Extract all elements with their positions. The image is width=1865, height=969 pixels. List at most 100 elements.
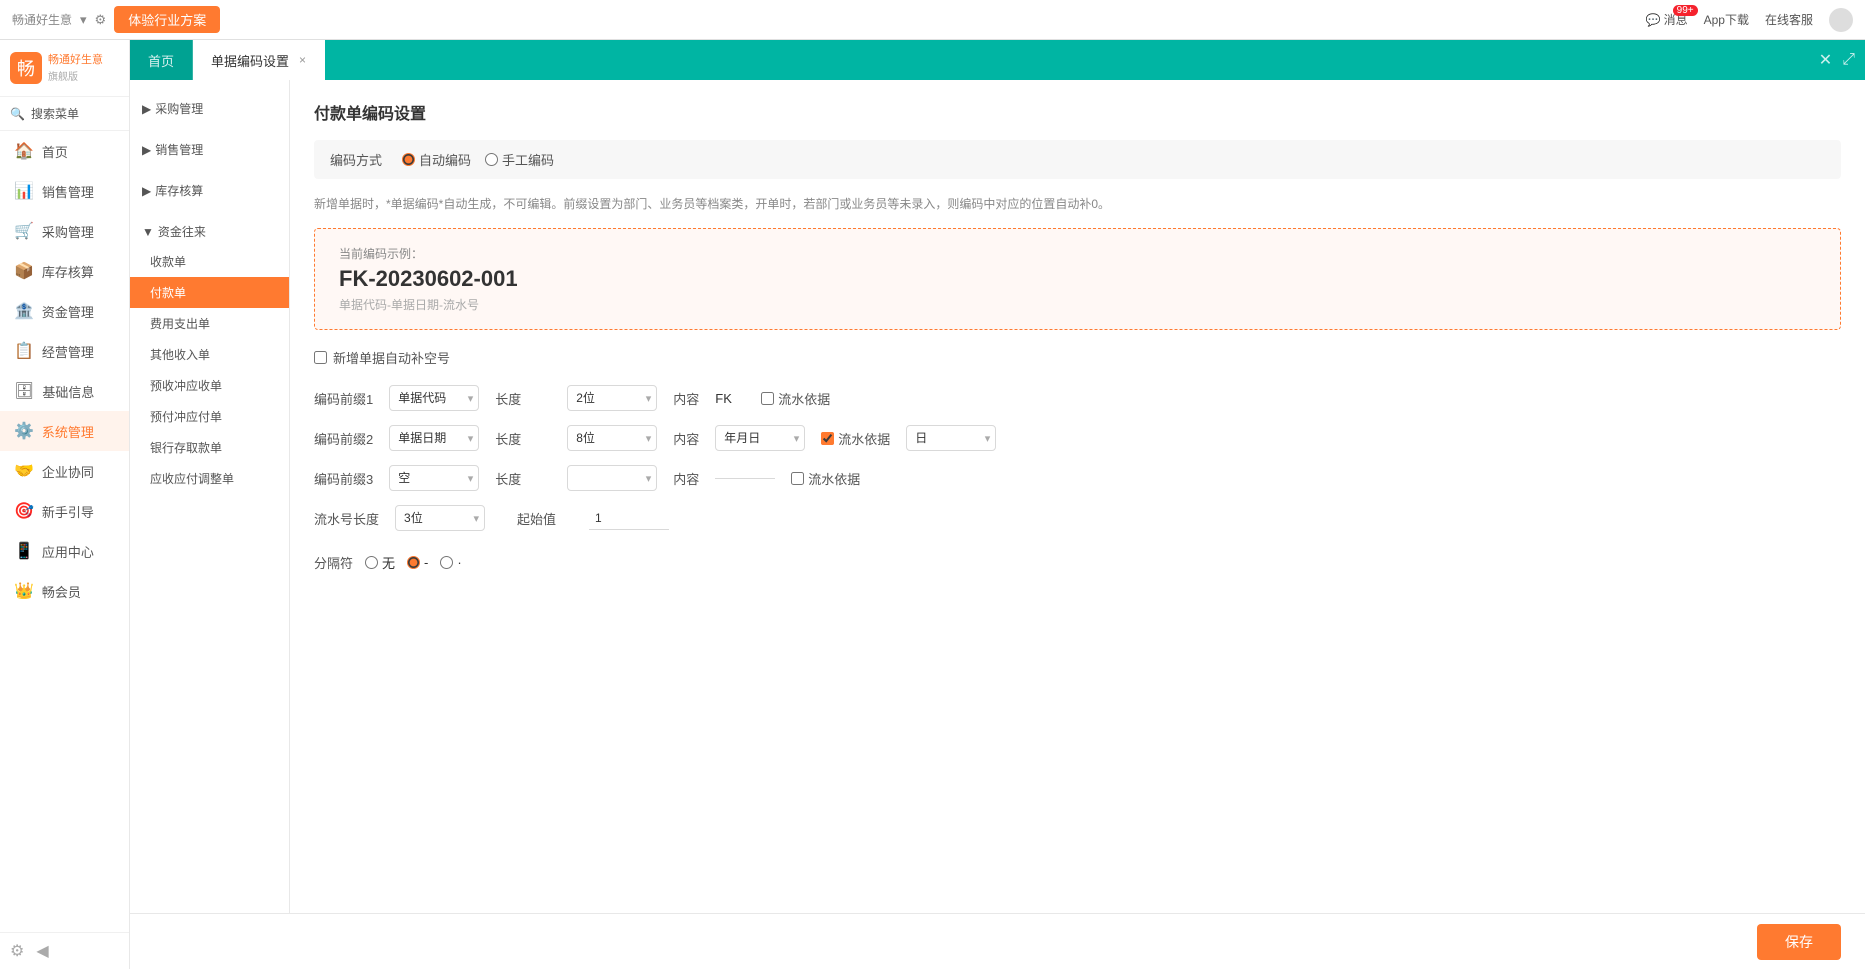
- sidebar-item-base[interactable]: 🗄 基础信息: [0, 371, 129, 411]
- manual-encode-radio[interactable]: [485, 153, 498, 166]
- guide-icon: 🎯: [14, 501, 34, 521]
- sidebar-item-inventory[interactable]: 📦 库存核算: [0, 251, 129, 291]
- sub-item-adjust[interactable]: 应收应付调整单: [130, 463, 289, 494]
- sub-group-capital-header[interactable]: ▼ 资金往来: [130, 217, 289, 246]
- prefix1-content-value: FK: [715, 391, 745, 406]
- auto-fill-checkbox[interactable]: [314, 351, 327, 364]
- prefix2-serial-checkbox-wrap[interactable]: 流水依据: [821, 429, 890, 448]
- sidebar-item-app[interactable]: 📱 应用中心: [0, 531, 129, 571]
- prefix2-content-label: 内容: [673, 429, 699, 448]
- sub-group-sales: ▶ 销售管理: [130, 129, 289, 170]
- prefix3-select[interactable]: 空: [389, 465, 479, 491]
- sidebar-item-sales[interactable]: 📊 销售管理: [0, 171, 129, 211]
- prefix3-length-wrap[interactable]: [567, 465, 657, 491]
- prefix1-select[interactable]: 单据代码: [389, 385, 479, 411]
- prefix2-content-wrap[interactable]: 年月日: [715, 425, 805, 451]
- sidebar-item-finance[interactable]: 🏦 资金管理: [0, 291, 129, 331]
- manual-encode-option[interactable]: 手工编码: [485, 150, 554, 169]
- sub-item-expense[interactable]: 费用支出单: [130, 308, 289, 339]
- avatar[interactable]: [1829, 8, 1853, 32]
- encode-method-row: 编码方式 自动编码 手工编码: [314, 140, 1841, 179]
- serial-length-select[interactable]: 3位: [395, 505, 485, 531]
- start-value-input[interactable]: [589, 507, 669, 530]
- sub-group-purchase-header[interactable]: ▶ 采购管理: [130, 94, 289, 123]
- sub-group-sales-header[interactable]: ▶ 销售管理: [130, 135, 289, 164]
- sidebar-item-purchase[interactable]: 🛒 采购管理: [0, 211, 129, 251]
- sidebar-item-system[interactable]: ⚙️ 系统管理: [0, 411, 129, 451]
- prefix3-serial-checkbox[interactable]: [791, 472, 804, 485]
- save-button[interactable]: 保存: [1757, 924, 1841, 960]
- sidebar-item-label: 企业协同: [42, 462, 94, 481]
- sep-none-option[interactable]: 无: [365, 553, 395, 572]
- sub-group-inventory-header[interactable]: ▶ 库存核算: [130, 176, 289, 205]
- prefix1-serial-checkbox[interactable]: [761, 392, 774, 405]
- sidebar-bottom: ⚙ ◀: [0, 932, 129, 969]
- sidebar-item-label: 采购管理: [42, 222, 94, 241]
- message-badge[interactable]: 💬 消息 99+: [1646, 11, 1688, 28]
- sidebar-item-member[interactable]: 👑 畅会员: [0, 571, 129, 611]
- prefix3-label: 编码前缀3: [314, 469, 373, 488]
- sub-group-capital: ▼ 资金往来 收款单 付款单 费用支出单 其他收入单 预收冲应收单 预付冲应付单…: [130, 211, 289, 500]
- sub-item-payment[interactable]: 付款单: [130, 277, 289, 308]
- sidebar-item-label: 畅会员: [42, 582, 81, 601]
- sep-dash-option[interactable]: -: [407, 555, 428, 570]
- prefix3-serial-checkbox-wrap[interactable]: 流水依据: [791, 469, 860, 488]
- prefix2-serial-unit-wrap[interactable]: 日: [906, 425, 996, 451]
- prefix2-serial-unit-select[interactable]: 日: [906, 425, 996, 451]
- sep-dash-label: -: [424, 555, 428, 570]
- auto-encode-option[interactable]: 自动编码: [402, 150, 471, 169]
- sub-item-receipt[interactable]: 收款单: [130, 246, 289, 277]
- sub-item-income[interactable]: 其他收入单: [130, 339, 289, 370]
- sidebar-item-guide[interactable]: 🎯 新手引导: [0, 491, 129, 531]
- prefix1-length-select[interactable]: 2位: [567, 385, 657, 411]
- sidebar-item-partner[interactable]: 🤝 企业协同: [0, 451, 129, 491]
- home-icon: 🏠: [14, 141, 34, 161]
- sep-dot-option[interactable]: ·: [440, 555, 461, 570]
- tab-home[interactable]: 首页: [130, 40, 193, 80]
- prefix1-serial-checkbox-wrap[interactable]: 流水依据: [761, 389, 830, 408]
- sep-none-radio[interactable]: [365, 556, 378, 569]
- prefix1-select-wrap[interactable]: 单据代码: [389, 385, 479, 411]
- sub-item-prepay-pay[interactable]: 预付冲应付单: [130, 401, 289, 432]
- search-menu[interactable]: 🔍 搜索菜单: [0, 97, 129, 131]
- logo-icon: 畅: [10, 52, 42, 84]
- sep-dot-radio[interactable]: [440, 556, 453, 569]
- prefix3-length-select[interactable]: [567, 465, 657, 491]
- app-download-link[interactable]: App下载: [1704, 11, 1749, 28]
- chevron-down-icon: ▾: [80, 12, 87, 28]
- prefix2-select-wrap[interactable]: 单据日期: [389, 425, 479, 451]
- prefix2-serial-checkbox[interactable]: [821, 432, 834, 445]
- prefix2-length-select[interactable]: 8位: [567, 425, 657, 451]
- tab-close-icon[interactable]: ×: [299, 53, 306, 67]
- prefix2-content-select[interactable]: 年月日: [715, 425, 805, 451]
- sidebar-item-operations[interactable]: 📋 经营管理: [0, 331, 129, 371]
- prefix2-row: 编码前缀2 单据日期 长度 8位 内容: [314, 425, 1841, 451]
- sidebar-item-label: 首页: [42, 142, 68, 161]
- auto-encode-radio[interactable]: [402, 153, 415, 166]
- settings-bottom-icon[interactable]: ⚙: [10, 941, 24, 961]
- start-value-label: 起始值: [517, 509, 573, 528]
- online-service-link[interactable]: 在线客服: [1765, 11, 1813, 28]
- tab-encode-settings[interactable]: 单据编码设置 ×: [193, 40, 325, 80]
- prefix1-length-wrap[interactable]: 2位: [567, 385, 657, 411]
- tab-home-label: 首页: [148, 51, 174, 70]
- settings-icon[interactable]: ⚙: [95, 12, 107, 28]
- sidebar-item-home[interactable]: 🏠 首页: [0, 131, 129, 171]
- prefix1-content-label: 内容: [673, 389, 699, 408]
- sep-dash-radio[interactable]: [407, 556, 420, 569]
- sidebar-item-label: 经营管理: [42, 342, 94, 361]
- prefix2-label: 编码前缀2: [314, 429, 373, 448]
- sub-item-bank[interactable]: 银行存取款单: [130, 432, 289, 463]
- sub-item-prepay-recv[interactable]: 预收冲应收单: [130, 370, 289, 401]
- collapse-icon[interactable]: ◀: [36, 941, 48, 961]
- prefix3-content-label: 内容: [673, 469, 699, 488]
- trial-button[interactable]: 体验行业方案: [114, 6, 220, 33]
- close-window-icon[interactable]: ✕: [1819, 50, 1832, 70]
- prefix3-select-wrap[interactable]: 空: [389, 465, 479, 491]
- purchase-icon: 🛒: [14, 221, 34, 241]
- search-icon: 🔍: [10, 107, 25, 121]
- prefix2-length-wrap[interactable]: 8位: [567, 425, 657, 451]
- serial-length-wrap[interactable]: 3位: [395, 505, 485, 531]
- expand-window-icon[interactable]: ⤢: [1842, 51, 1855, 69]
- prefix2-select[interactable]: 单据日期: [389, 425, 479, 451]
